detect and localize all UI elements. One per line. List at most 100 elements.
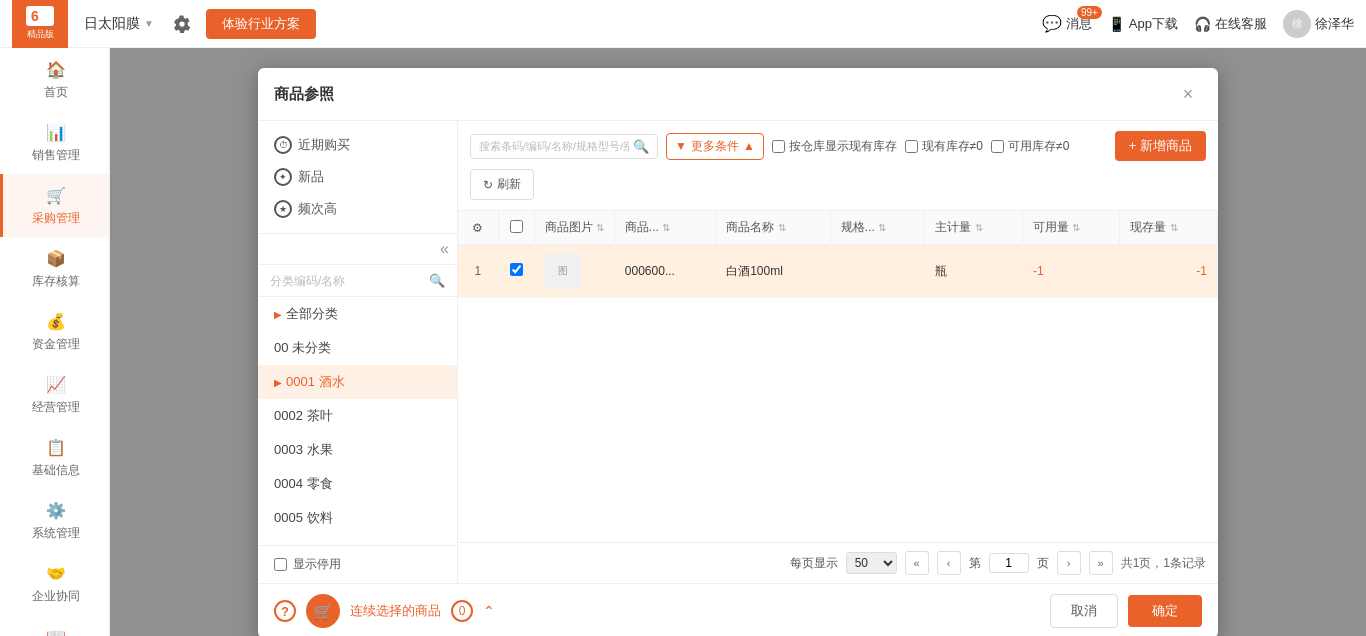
- category-search-icon[interactable]: 🔍: [429, 273, 445, 288]
- confirm-btn[interactable]: 确定: [1128, 595, 1202, 627]
- product-reference-modal: 商品参照 × ⏱ 近期购买: [258, 68, 1218, 636]
- frequent-icon: ★: [274, 200, 292, 218]
- select-all-checkbox[interactable]: [510, 220, 523, 233]
- product-thumbnail: 图: [545, 253, 581, 289]
- product-search-icon[interactable]: 🔍: [633, 139, 649, 154]
- modal-header: 商品参照 ×: [258, 68, 1218, 121]
- category-0001-label: 0001 酒水: [286, 373, 345, 391]
- product-stock: -1: [1196, 264, 1207, 278]
- th-available-label: 可用量: [1033, 220, 1069, 234]
- sales-icon: 📊: [45, 121, 67, 143]
- modal-close-btn[interactable]: ×: [1174, 80, 1202, 108]
- th-name-sort-icon[interactable]: ⇅: [778, 222, 786, 233]
- tab-recent-purchase[interactable]: ⏱ 近期购买: [258, 129, 457, 161]
- stock-ne0-checkbox[interactable]: [905, 140, 918, 153]
- finance-icon: 💰: [45, 310, 67, 332]
- available-ne0-checkbox[interactable]: [991, 140, 1004, 153]
- sidebar-item-guide[interactable]: 📖 新手引导: [0, 615, 109, 636]
- store-selector[interactable]: 日太阳膜 ▼: [84, 15, 154, 33]
- sidebar-item-finance[interactable]: 💰 资金管理: [0, 300, 109, 363]
- product-table-area: ⚙ 商品图片 ⇅: [458, 211, 1218, 542]
- sidebar-item-operations[interactable]: 📈 经营管理: [0, 363, 109, 426]
- tab-recent-label: 近期购买: [298, 136, 350, 154]
- category-0005[interactable]: 0005 饮料: [258, 501, 457, 535]
- online-service-label: 在线客服: [1215, 15, 1267, 33]
- user-profile[interactable]: 徐 徐泽华: [1283, 10, 1354, 38]
- th-stock-sort-icon[interactable]: ⇅: [1170, 222, 1178, 233]
- category-search-input[interactable]: [270, 274, 423, 288]
- row-unit: 瓶: [925, 245, 1023, 298]
- page-size-select[interactable]: 20 50 100: [846, 552, 897, 574]
- first-page-btn[interactable]: «: [905, 551, 929, 575]
- sidebar-item-enterprise[interactable]: 🤝 企业协同: [0, 552, 109, 615]
- category-0004[interactable]: 0004 零食: [258, 467, 457, 501]
- footer-collapse-btn[interactable]: ⌃: [483, 603, 495, 619]
- sidebar-item-purchase[interactable]: 🛒 采购管理: [0, 174, 109, 237]
- row-select-checkbox[interactable]: [510, 263, 523, 276]
- experience-btn[interactable]: 体验行业方案: [206, 9, 316, 39]
- category-0002[interactable]: 0002 茶叶: [258, 399, 457, 433]
- page-number-input[interactable]: [989, 553, 1029, 573]
- category-0005-label: 0005 饮料: [274, 509, 333, 527]
- show-disabled-label[interactable]: 显示停用: [293, 556, 341, 573]
- th-settings[interactable]: ⚙: [458, 211, 498, 245]
- prev-page-btn[interactable]: ‹: [937, 551, 961, 575]
- page-label-before: 第: [969, 555, 981, 572]
- purchase-icon: 🛒: [45, 184, 67, 206]
- settings-btn[interactable]: [166, 8, 198, 40]
- sidebar-item-basic[interactable]: 📋 基础信息: [0, 426, 109, 489]
- warehouse-stock-checkbox-group[interactable]: 按仓库显示现有库存: [772, 138, 897, 155]
- username: 徐泽华: [1315, 15, 1354, 33]
- stock-ne0-checkbox-group[interactable]: 现有库存≠0: [905, 138, 983, 155]
- row-image: 图: [534, 245, 614, 298]
- row-checkbox[interactable]: [498, 245, 534, 298]
- refresh-btn[interactable]: ↻ 刷新: [470, 169, 534, 200]
- sidebar-item-sales[interactable]: 📊 销售管理: [0, 111, 109, 174]
- warehouse-stock-label: 按仓库显示现有库存: [789, 138, 897, 155]
- sidebar-item-inventory[interactable]: 📦 库存核算: [0, 237, 109, 300]
- tab-frequent[interactable]: ★ 频次高: [258, 193, 457, 225]
- app-download-btn[interactable]: 📱 App下载: [1108, 15, 1178, 33]
- page-size-label: 每页显示: [790, 555, 838, 572]
- category-0003[interactable]: 0003 水果: [258, 433, 457, 467]
- show-disabled-checkbox[interactable]: [274, 558, 287, 571]
- category-00[interactable]: 00 未分类: [258, 331, 457, 365]
- warehouse-stock-checkbox[interactable]: [772, 140, 785, 153]
- next-page-btn[interactable]: ›: [1057, 551, 1081, 575]
- table-row[interactable]: 1 图: [458, 245, 1218, 298]
- sidebar-label-purchase: 采购管理: [32, 210, 80, 227]
- product-search-input[interactable]: [479, 139, 629, 153]
- tab-frequent-label: 频次高: [298, 200, 337, 218]
- home-icon: 🏠: [45, 58, 67, 80]
- sidebar-label-system: 系统管理: [32, 525, 80, 542]
- tab-new-products[interactable]: ✦ 新品: [258, 161, 457, 193]
- sidebar-item-system[interactable]: ⚙️ 系统管理: [0, 489, 109, 552]
- th-spec-sort-icon[interactable]: ⇅: [878, 222, 886, 233]
- avatar: 徐: [1283, 10, 1311, 38]
- category-all[interactable]: ▶ 全部分类: [258, 297, 457, 331]
- category-0001[interactable]: ▶ 0001 酒水: [258, 365, 457, 399]
- cancel-btn[interactable]: 取消: [1050, 594, 1118, 628]
- more-filter-btn[interactable]: ▼ 更多条件 ▲: [666, 133, 764, 160]
- sidebar-item-home[interactable]: 🏠 首页: [0, 48, 109, 111]
- messages-btn[interactable]: 💬 消息 99+: [1042, 14, 1092, 33]
- th-unit-sort-icon[interactable]: ⇅: [975, 222, 983, 233]
- available-ne0-checkbox-group[interactable]: 可用库存≠0: [991, 138, 1069, 155]
- collapse-left-panel-btn[interactable]: «: [258, 234, 457, 265]
- add-product-btn[interactable]: + 新增商品: [1115, 131, 1206, 161]
- table-header-row: ⚙ 商品图片 ⇅: [458, 211, 1218, 245]
- category-0008[interactable]: 0008 水: [258, 535, 457, 545]
- cart-btn[interactable]: 🛒: [306, 594, 340, 628]
- cart-count-badge: 0: [451, 600, 473, 622]
- guide-icon: 📖: [45, 625, 67, 636]
- modal-footer: ? 🛒 连续选择的商品 0 ⌃ 取消 确定: [258, 583, 1218, 636]
- pagination-bar: 每页显示 20 50 100 « ‹ 第 页: [458, 542, 1218, 583]
- th-image-sort-icon[interactable]: ⇅: [596, 222, 604, 233]
- last-page-btn[interactable]: »: [1089, 551, 1113, 575]
- th-code-sort-icon[interactable]: ⇅: [662, 222, 670, 233]
- online-service-btn[interactable]: 🎧 在线客服: [1194, 15, 1267, 33]
- help-btn[interactable]: ?: [274, 600, 296, 622]
- sidebar-label-enterprise: 企业协同: [32, 588, 80, 605]
- sidebar-label-finance: 资金管理: [32, 336, 80, 353]
- th-available-sort-icon[interactable]: ⇅: [1072, 222, 1080, 233]
